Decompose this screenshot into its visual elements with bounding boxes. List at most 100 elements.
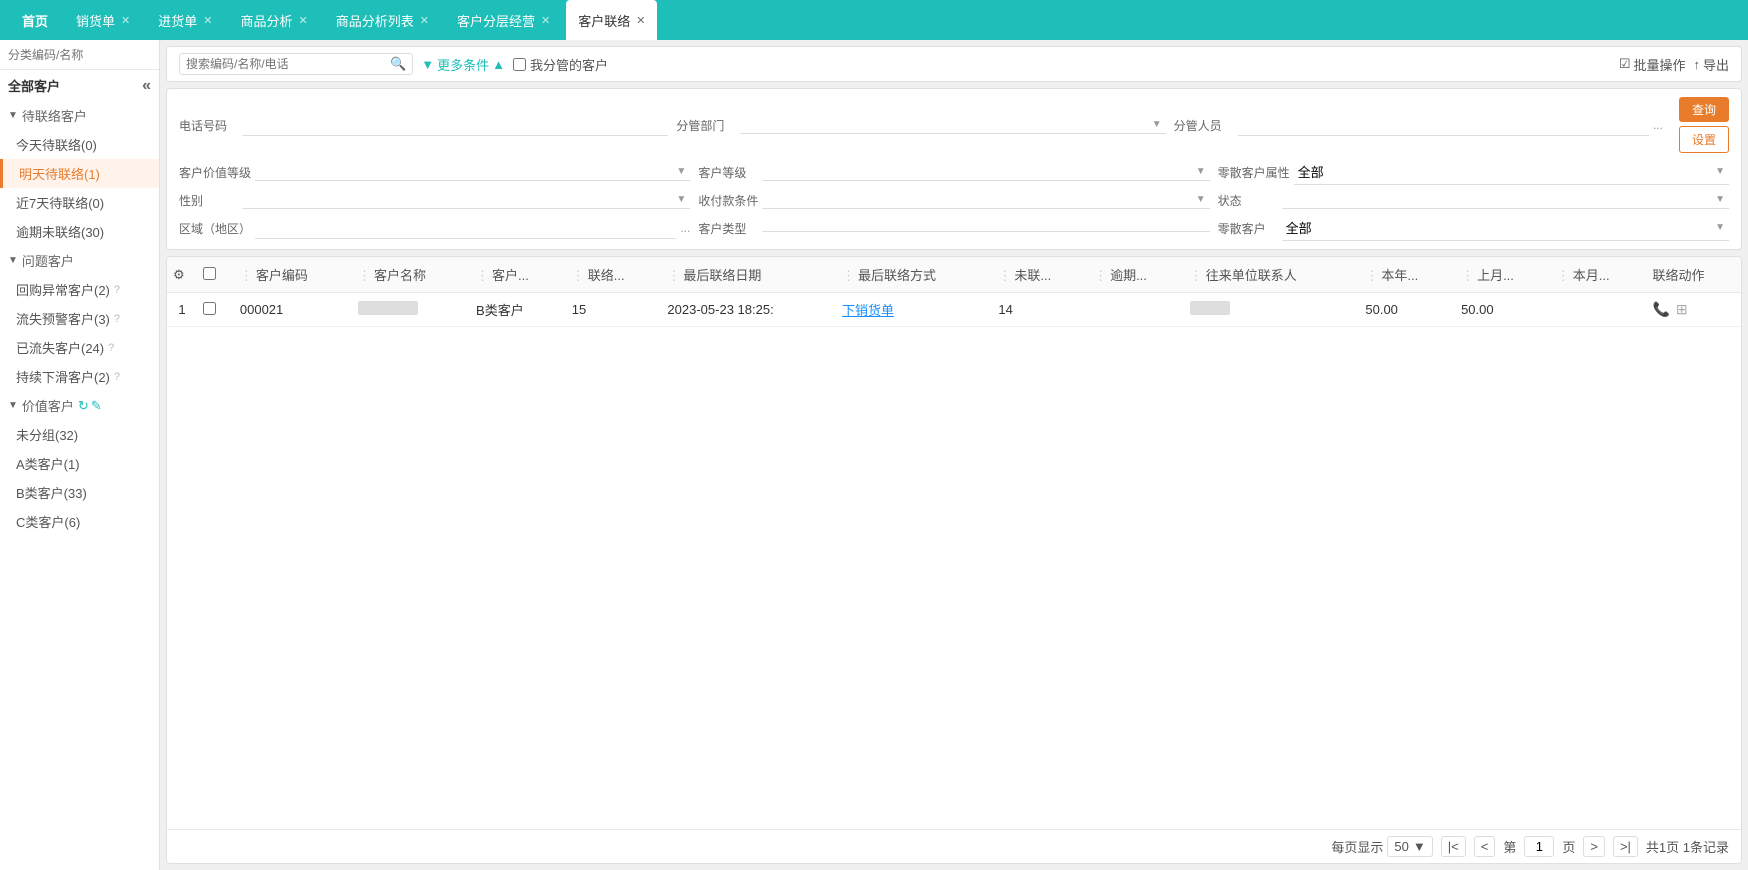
first-page-btn[interactable]: |< <box>1441 836 1466 857</box>
filter-gender-select[interactable]: ▼ <box>243 191 690 209</box>
grid-action-icon[interactable]: ⊞ <box>1676 301 1688 318</box>
filter-status-select[interactable]: ▼ <box>1282 191 1729 209</box>
search-icon[interactable]: 🔍 <box>390 56 406 72</box>
sidebar-search-input[interactable] <box>8 48 160 62</box>
row-checkbox[interactable] <box>197 293 234 327</box>
nav-customer-contact[interactable]: 客户联络 ✕ <box>566 0 657 40</box>
sidebar-item-declining[interactable]: 持续下滑客户(2) ? <box>0 362 159 391</box>
export-btn[interactable]: ↑ 导出 <box>1693 55 1729 74</box>
sidebar-item-repurchase[interactable]: 回购异常客户(2) ? <box>0 275 159 304</box>
row-no-contact: 14 <box>992 293 1088 327</box>
nav-purchase[interactable]: 进货单 ✕ <box>146 0 224 40</box>
col-last-month[interactable]: ⋮上月... <box>1455 257 1551 293</box>
batch-op-btn[interactable]: ☑ 批量操作 <box>1619 55 1686 74</box>
sidebar-item-today[interactable]: 今天待联络(0) <box>0 130 159 159</box>
col-this-month[interactable]: ⋮本月... <box>1551 257 1647 293</box>
filter-actions: 查询 设置 <box>1679 97 1729 153</box>
col-last-method[interactable]: ⋮最后联络方式 <box>836 257 992 293</box>
edit-icon[interactable]: ✎ <box>91 398 102 414</box>
prev-page-btn[interactable]: < <box>1474 836 1496 857</box>
sidebar-item-c-class[interactable]: C类客户(6) <box>0 507 159 536</box>
reset-button[interactable]: 设置 <box>1679 126 1729 153</box>
row-last-method[interactable]: 下销货单 <box>836 293 992 327</box>
close-goods-list-icon[interactable]: ✕ <box>420 14 429 27</box>
col-checkbox[interactable] <box>197 257 234 293</box>
phone-action-icon[interactable]: 📞 <box>1652 301 1669 318</box>
my-customer-checkbox[interactable] <box>513 58 526 71</box>
query-button[interactable]: 查询 <box>1679 97 1729 122</box>
filter-region: 区域（地区） ... <box>179 218 690 239</box>
filter-payment-select[interactable]: ▼ <box>762 191 1209 209</box>
sidebar-item-7days[interactable]: 近7天待联络(0) <box>0 188 159 217</box>
help-icon-1[interactable]: ? <box>114 284 120 296</box>
select-all-checkbox[interactable] <box>203 267 216 280</box>
filter-retail-cust-select[interactable]: 全部 ▼ <box>1282 215 1729 241</box>
all-customers-header[interactable]: 全部客户 « <box>0 70 159 101</box>
filter-dept: 分管部门 ▼ <box>676 116 1165 134</box>
sidebar-group-pending[interactable]: ▼ 待联络客户 <box>0 101 159 130</box>
col-type[interactable]: ⋮客户... <box>470 257 566 293</box>
retail-cust-arrow-icon: ▼ <box>1715 222 1725 233</box>
close-purchase-icon[interactable]: ✕ <box>203 14 212 27</box>
row-name[interactable] <box>352 293 470 327</box>
close-goods-analysis-icon[interactable]: ✕ <box>299 14 308 27</box>
help-icon-3[interactable]: ? <box>108 342 114 354</box>
arrow-icon-2: ▼ <box>8 255 18 266</box>
col-name[interactable]: ⋮客户名称 <box>352 257 470 293</box>
page-size-box[interactable]: 50 ▼ <box>1387 836 1432 857</box>
search-input[interactable] <box>186 57 386 71</box>
col-no-contact[interactable]: ⋮未联... <box>992 257 1088 293</box>
page-input[interactable] <box>1524 836 1554 857</box>
sidebar-item-churned[interactable]: 已流失客户(24) ? <box>0 333 159 362</box>
table-row: 1 000021 B类客户 15 2023-05-23 18:25: 下销货单 … <box>167 293 1741 327</box>
region-dots-icon[interactable]: ... <box>680 221 690 235</box>
close-customer-tier-icon[interactable]: ✕ <box>541 14 550 27</box>
close-sales-icon[interactable]: ✕ <box>121 14 130 27</box>
col-contact-count[interactable]: ⋮联络... <box>566 257 662 293</box>
col-this-year[interactable]: ⋮本年... <box>1359 257 1455 293</box>
close-customer-contact-icon[interactable]: ✕ <box>636 14 645 27</box>
refresh-icon[interactable]: ↻ <box>78 398 89 414</box>
sidebar-item-tomorrow[interactable]: 明天待联络(1) <box>0 159 159 188</box>
col-unit-contact[interactable]: ⋮往来单位联系人 <box>1184 257 1360 293</box>
sidebar-item-b-class[interactable]: B类客户(33) <box>0 478 159 507</box>
more-filter-btn[interactable]: ▼ 更多条件 ▲ <box>421 55 505 74</box>
row-check[interactable] <box>203 302 216 315</box>
person-dots-icon[interactable]: ... <box>1653 118 1663 132</box>
next-page-btn[interactable]: > <box>1583 836 1605 857</box>
row-overdue <box>1088 293 1184 327</box>
help-icon-4[interactable]: ? <box>114 371 120 383</box>
nav-sales[interactable]: 销货单 ✕ <box>64 0 142 40</box>
sidebar-item-overdue[interactable]: 逾期未联络(30) <box>0 217 159 246</box>
row-index: 1 <box>167 293 197 327</box>
nav-goods-analysis[interactable]: 商品分析 ✕ <box>228 0 319 40</box>
row-this-month <box>1551 293 1647 327</box>
last-page-btn[interactable]: >| <box>1613 836 1638 857</box>
filter-region-input[interactable] <box>255 218 676 239</box>
filter-person-input[interactable] <box>1238 115 1649 136</box>
sidebar-group-value[interactable]: ▼ 价值客户 ↻ ✎ <box>0 391 159 420</box>
sidebar-item-a-class[interactable]: A类客户(1) <box>0 449 159 478</box>
sidebar-item-churn-warning[interactable]: 流失预警客户(3) ? <box>0 304 159 333</box>
col-overdue[interactable]: ⋮逾期... <box>1088 257 1184 293</box>
filter-icon: ▼ <box>421 57 434 72</box>
main-layout: 🔍 全部客户 « ▼ 待联络客户 今天待联络(0) 明天待联络(1) 近7天待联… <box>0 40 1748 870</box>
filter-type-select[interactable] <box>762 225 1209 232</box>
filter-phone-input[interactable] <box>243 115 668 136</box>
col-gear[interactable]: ⚙ <box>167 257 197 293</box>
nav-customer-tier[interactable]: 客户分层经营 ✕ <box>445 0 562 40</box>
filter-level-select[interactable]: ▼ <box>762 163 1209 181</box>
nav-home[interactable]: 首页 <box>10 0 60 40</box>
sidebar-item-ungrouped[interactable]: 未分组(32) <box>0 420 159 449</box>
nav-goods-analysis-list[interactable]: 商品分析列表 ✕ <box>324 0 441 40</box>
col-code[interactable]: ⋮客户编码 <box>234 257 352 293</box>
search-bar: 🔍 ▼ 更多条件 ▲ 我分管的客户 ☑ 批量操作 ↑ 导出 <box>166 46 1742 82</box>
col-actions: 联络动作 <box>1646 257 1741 293</box>
filter-value-select[interactable]: ▼ <box>255 163 690 181</box>
collapse-icon[interactable]: « <box>142 77 151 95</box>
col-last-date[interactable]: ⋮最后联络日期 <box>661 257 836 293</box>
filter-dept-select[interactable]: ▼ <box>740 116 1165 134</box>
help-icon-2[interactable]: ? <box>114 313 120 325</box>
sidebar-group-problem[interactable]: ▼ 问题客户 <box>0 246 159 275</box>
filter-retail-select[interactable]: 全部 ▼ <box>1294 159 1729 185</box>
